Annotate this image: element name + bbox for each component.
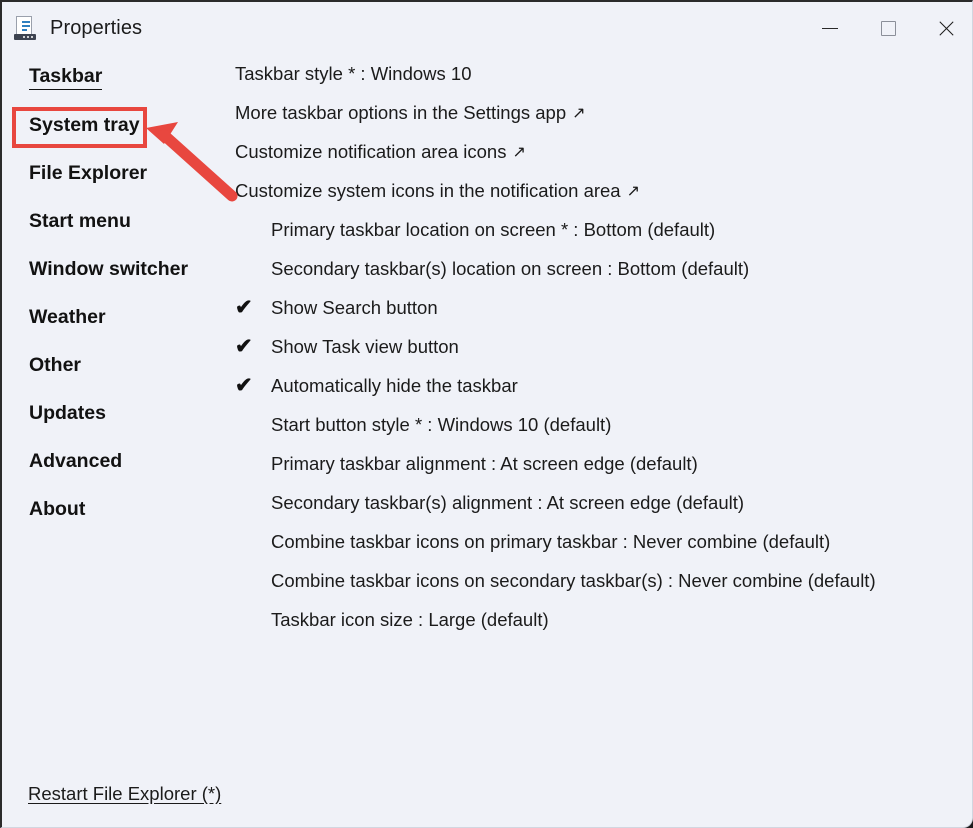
- maximize-icon: [880, 20, 896, 36]
- option-label: Primary taskbar location on screen * : B…: [271, 218, 716, 240]
- sidebar-item-system-tray[interactable]: System tray: [2, 102, 228, 150]
- sidebar-item-label: System tray: [29, 114, 140, 137]
- sidebar-item-label: Window switcher: [29, 258, 189, 281]
- title-bar: Properties: [2, 2, 972, 54]
- sidebar-item-updates[interactable]: Updates: [2, 390, 228, 438]
- caption-button-group: [801, 2, 972, 54]
- option-label: Secondary taskbar(s) alignment : At scre…: [271, 491, 745, 513]
- sidebar-item-label: Updates: [29, 402, 106, 425]
- option-row-customize-notification-area-icons[interactable]: Customize notification area icons ↗: [235, 132, 962, 171]
- option-label: Taskbar style * : Windows 10: [235, 62, 472, 84]
- properties-document-icon: [14, 16, 36, 40]
- sidebar-item-label: Taskbar: [29, 65, 103, 91]
- option-row-combine-icons-secondary[interactable]: ✔ Combine taskbar icons on secondary tas…: [235, 561, 962, 600]
- option-label: Taskbar icon size : Large (default): [271, 608, 549, 630]
- option-row-show-search-button[interactable]: ✔ Show Search button: [235, 288, 962, 327]
- checkmark-icon: ✔: [235, 374, 253, 397]
- sidebar-item-other[interactable]: Other: [2, 342, 228, 390]
- sidebar-item-window-switcher[interactable]: Window switcher: [2, 246, 228, 294]
- options-list: Taskbar style * : Windows 10 More taskba…: [235, 54, 962, 639]
- restart-file-explorer-link[interactable]: Restart File Explorer (*): [28, 783, 221, 805]
- sidebar-item-start-menu[interactable]: Start menu: [2, 198, 228, 246]
- external-link-icon: ↗: [626, 182, 640, 200]
- sidebar-item-label: Weather: [29, 306, 106, 329]
- sidebar-item-label: About: [29, 498, 86, 521]
- sidebar-nav: Taskbar System tray File Explorer Start …: [2, 54, 228, 534]
- option-label: Automatically hide the taskbar: [271, 374, 518, 396]
- maximize-button[interactable]: [859, 2, 917, 54]
- option-row-automatically-hide-taskbar[interactable]: ✔ Automatically hide the taskbar: [235, 366, 962, 405]
- window-title: Properties: [50, 16, 143, 39]
- sidebar-item-label: Advanced: [29, 450, 123, 473]
- sidebar-item-advanced[interactable]: Advanced: [2, 438, 228, 486]
- option-label: Customize system icons in the notificati…: [235, 179, 621, 201]
- option-row-taskbar-icon-size[interactable]: ✔ Taskbar icon size : Large (default): [235, 600, 962, 639]
- option-row-secondary-taskbar-location[interactable]: ✔ Secondary taskbar(s) location on scree…: [235, 249, 962, 288]
- option-row-start-button-style[interactable]: ✔ Start button style * : Windows 10 (def…: [235, 405, 962, 444]
- properties-window: Properties Taskbar System tray File Expl…: [0, 0, 973, 828]
- option-row-more-taskbar-options[interactable]: More taskbar options in the Settings app…: [235, 93, 962, 132]
- external-link-icon: ↗: [512, 143, 526, 161]
- option-label: More taskbar options in the Settings app: [235, 101, 567, 123]
- close-button[interactable]: [917, 2, 972, 54]
- option-label: Show Search button: [271, 296, 438, 318]
- minimize-icon: [822, 27, 838, 29]
- sidebar-item-label: Other: [29, 354, 82, 377]
- external-link-icon: ↗: [572, 104, 586, 122]
- sidebar-item-label: Start menu: [29, 210, 131, 233]
- option-row-primary-taskbar-alignment[interactable]: ✔ Primary taskbar alignment : At screen …: [235, 444, 962, 483]
- option-label: Start button style * : Windows 10 (defau…: [271, 413, 612, 435]
- option-label: Combine taskbar icons on primary taskbar…: [271, 530, 831, 552]
- option-row-taskbar-style[interactable]: Taskbar style * : Windows 10: [235, 54, 962, 93]
- option-label: Combine taskbar icons on secondary taskb…: [271, 569, 876, 591]
- option-label: Show Task view button: [271, 335, 459, 357]
- sidebar-item-file-explorer[interactable]: File Explorer: [2, 150, 228, 198]
- option-row-customize-system-icons[interactable]: Customize system icons in the notificati…: [235, 171, 962, 210]
- option-row-primary-taskbar-location[interactable]: ✔ Primary taskbar location on screen * :…: [235, 210, 962, 249]
- sidebar-item-about[interactable]: About: [2, 486, 228, 534]
- checkmark-icon: ✔: [235, 296, 253, 319]
- checkmark-icon: ✔: [235, 335, 253, 358]
- option-label: Primary taskbar alignment : At screen ed…: [271, 452, 698, 474]
- minimize-button[interactable]: [801, 2, 859, 54]
- sidebar-item-taskbar[interactable]: Taskbar: [2, 54, 228, 102]
- option-label: Secondary taskbar(s) location on screen …: [271, 257, 750, 279]
- option-row-secondary-taskbar-alignment[interactable]: ✔ Secondary taskbar(s) alignment : At sc…: [235, 483, 962, 522]
- option-row-show-task-view-button[interactable]: ✔ Show Task view button: [235, 327, 962, 366]
- option-row-combine-icons-primary[interactable]: ✔ Combine taskbar icons on primary taskb…: [235, 522, 962, 561]
- sidebar-item-label: File Explorer: [29, 162, 148, 185]
- option-label: Customize notification area icons: [235, 140, 507, 162]
- sidebar-item-weather[interactable]: Weather: [2, 294, 228, 342]
- close-icon: [937, 19, 956, 38]
